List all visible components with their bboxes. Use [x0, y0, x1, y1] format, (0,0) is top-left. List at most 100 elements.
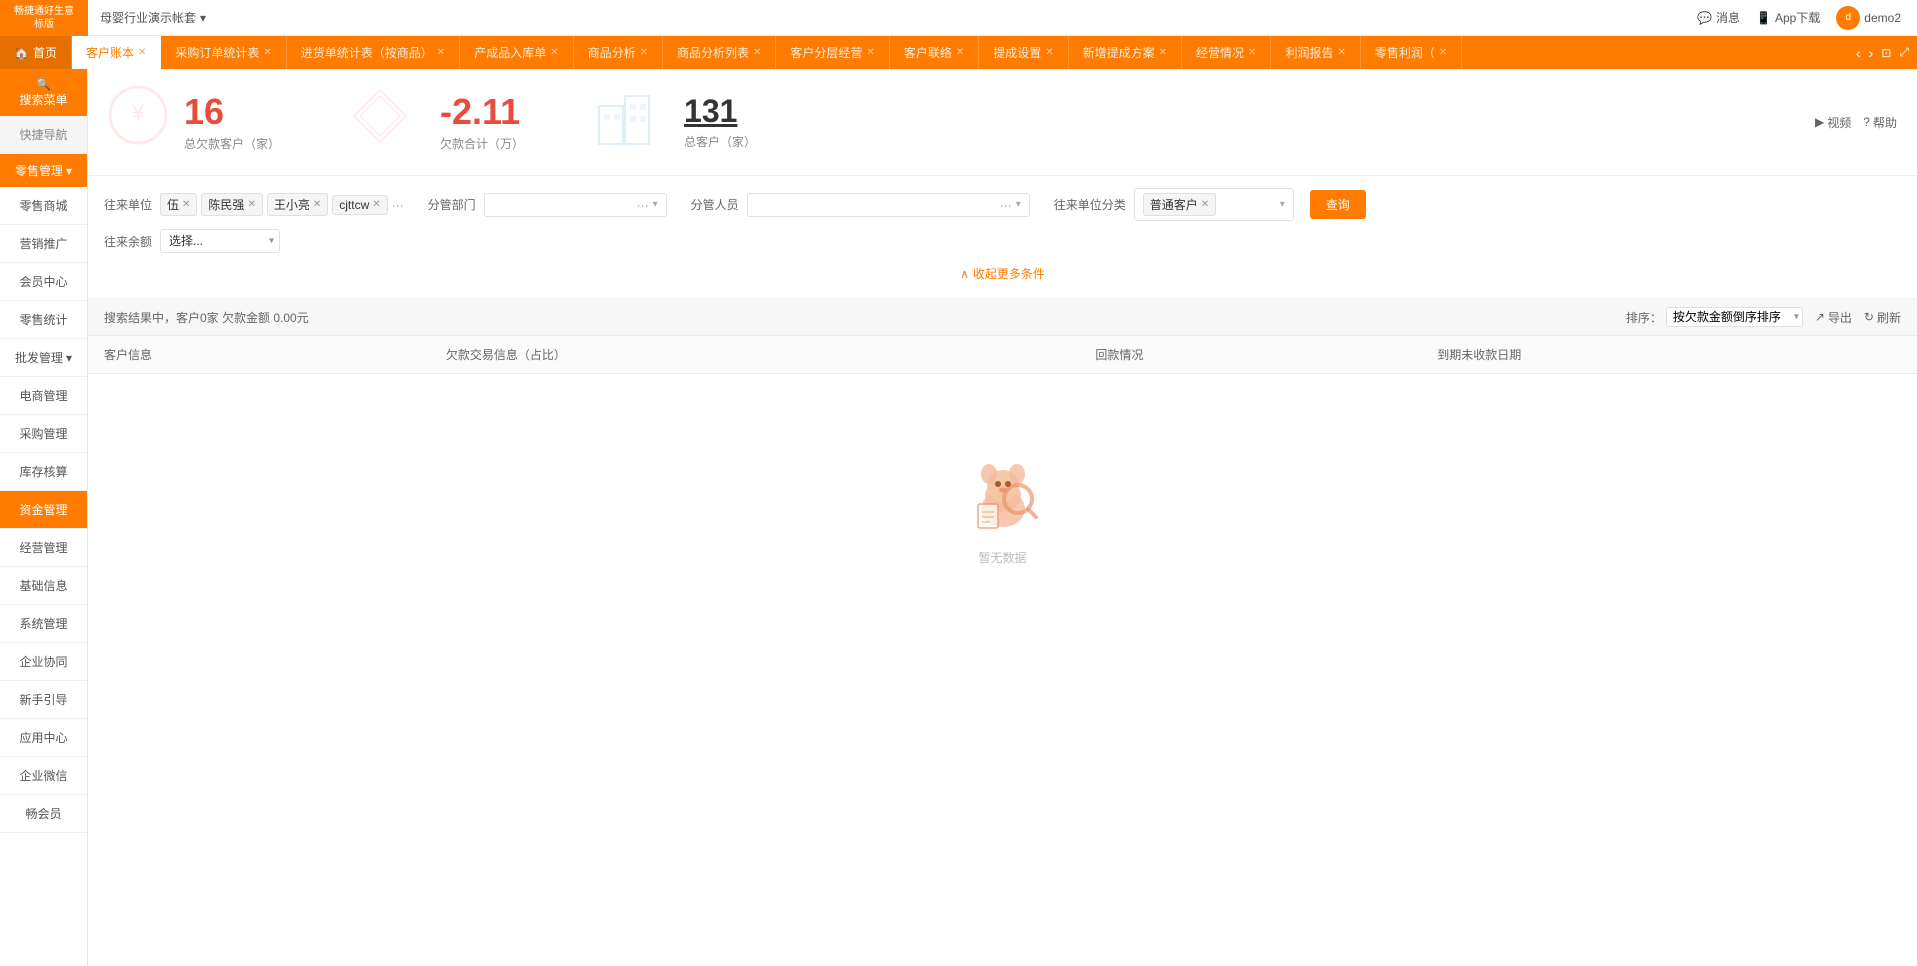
sidebar-item-app-center[interactable]: 应用中心 [0, 719, 87, 757]
sidebar-item-enterprise-collab[interactable]: 企业协同 [0, 643, 87, 681]
tab-close-icon[interactable]: ✕ [1159, 47, 1167, 58]
tab-customer-contact[interactable]: 客户联络 ✕ [890, 36, 979, 69]
chevron-down-icon: ▾ [66, 351, 72, 365]
tab-profit-report[interactable]: 利润报告 ✕ [1271, 36, 1360, 69]
tab-bar: 🏠 首页 客户账本 ✕ 采购订单统计表 ✕ 进货单统计表（按商品） ✕ 产成品入… [0, 36, 1917, 69]
balance-select[interactable]: 选择... [160, 229, 280, 253]
refresh-btn[interactable]: ↻ 刷新 [1864, 307, 1901, 327]
tab-business-overview[interactable]: 经营情况 ✕ [1182, 36, 1271, 69]
tab-product-analysis-list[interactable]: 商品分析列表 ✕ [663, 36, 776, 69]
stat3-value: 131 [684, 94, 737, 129]
tab-fullscreen-icon[interactable]: ⤢ [1895, 45, 1913, 60]
balance-select-wrap[interactable]: 选择... [160, 229, 280, 253]
tab-close-icon[interactable]: ✕ [1337, 47, 1345, 58]
tab-commission-settings[interactable]: 提成设置 ✕ [979, 36, 1068, 69]
dept-input[interactable] [493, 198, 633, 212]
filter-more-tags[interactable]: ··· [392, 198, 404, 212]
col-due-date: 到期未收款日期 [1421, 336, 1917, 374]
export-btn[interactable]: ↗ 导出 [1815, 307, 1852, 327]
sidebar-item-system[interactable]: 系统管理 [0, 605, 87, 643]
tab-close-icon[interactable]: ✕ [753, 47, 761, 58]
sidebar-item-purchasing[interactable]: 采购管理 [0, 415, 87, 453]
sidebar-item-chang-member[interactable]: 畅会员 [0, 795, 87, 833]
stat1-label: 总欠款客户（家） [184, 135, 280, 152]
tab-close-icon[interactable]: ✕ [437, 47, 445, 58]
account-selector[interactable]: 母婴行业演示帐套 ▾ [88, 9, 218, 26]
person-select-wrap[interactable]: ··· ▾ [747, 193, 1030, 217]
sort-select-wrap[interactable]: 按欠款金额倒序排序 [1666, 307, 1803, 327]
download-icon: 📱 [1756, 11, 1771, 25]
app-logo: 畅捷通好生意 标版 [0, 0, 88, 36]
collapse-filters-btn[interactable]: ∧ 收起更多条件 [104, 261, 1901, 286]
logo-text: 畅捷通好生意 标版 [14, 5, 74, 31]
sidebar-item-new-guide[interactable]: 新手引导 [0, 681, 87, 719]
query-button[interactable]: 查询 [1310, 190, 1366, 219]
tab-expand-icon[interactable]: ⊡ [1877, 46, 1895, 60]
sidebar-item-finance[interactable]: 资金管理 [0, 491, 87, 529]
unit-class-wrap[interactable]: 普通客户 ✕ ▾ [1134, 188, 1294, 221]
tab-close-icon[interactable]: ✕ [1248, 47, 1256, 58]
sort-select[interactable]: 按欠款金额倒序排序 [1666, 307, 1803, 327]
sidebar-item-retail-mgmt[interactable]: 零售管理 ▾ [0, 154, 87, 187]
messages-button[interactable]: 💬 消息 [1697, 9, 1740, 26]
user-menu[interactable]: d demo2 [1836, 6, 1901, 30]
tab-purchase-order-stats[interactable]: 采购订单统计表 ✕ [161, 36, 286, 69]
sidebar-item-quick-nav[interactable]: 快捷导航 [0, 116, 87, 154]
tab-home[interactable]: 🏠 首页 [0, 36, 72, 69]
tag-close-icon[interactable]: ✕ [372, 199, 380, 210]
person-more-icon[interactable]: ··· [996, 198, 1016, 212]
tab-close-icon[interactable]: ✕ [138, 47, 146, 58]
sidebar-item-marketing[interactable]: 营销推广 [0, 225, 87, 263]
sidebar-item-member-center[interactable]: 会员中心 [0, 263, 87, 301]
sidebar-item-retail-shop[interactable]: 零售商城 [0, 187, 87, 225]
tab-close-icon[interactable]: ✕ [550, 47, 558, 58]
unit-class-label: 往来单位分类 [1054, 196, 1126, 213]
tab-next-icon[interactable]: › [1865, 45, 1878, 61]
svg-text:¥: ¥ [131, 100, 145, 125]
sidebar-item-basic-info[interactable]: 基础信息 [0, 567, 87, 605]
sidebar-item-retail-stats[interactable]: 零售统计 [0, 301, 87, 339]
tab-close-icon[interactable]: ✕ [956, 47, 964, 58]
tab-close-icon[interactable]: ✕ [1045, 47, 1053, 58]
filter-row-1: 往来单位 伍 ✕ 陈民强 ✕ 王小亮 ✕ cjttcw [104, 188, 1901, 221]
message-icon: 💬 [1697, 11, 1712, 25]
data-table: 客户信息 欠款交易信息（占比） 回款情况 到期未收款日期 [88, 336, 1917, 646]
tab-close-icon[interactable]: ✕ [640, 47, 648, 58]
sidebar-item-ecommerce[interactable]: 电商管理 [0, 377, 87, 415]
tab-close-icon[interactable]: ✕ [263, 47, 271, 58]
tab-product-analysis[interactable]: 商品分析 ✕ [574, 36, 663, 69]
stats-bar: ¥ 16 总欠款客户（家） -2.11 欠款合计（万） 131 总客户（家） [88, 69, 1917, 176]
help-btn[interactable]: ? 帮助 [1863, 114, 1897, 131]
results-info: 搜索结果中，客户0家 欠款金额 0.00元 [104, 309, 309, 326]
sidebar-item-inventory[interactable]: 库存核算 [0, 453, 87, 491]
tab-close-icon[interactable]: ✕ [1439, 47, 1447, 58]
tab-close-icon[interactable]: ✕ [866, 47, 874, 58]
person-input[interactable] [756, 198, 996, 212]
tab-retail-profit[interactable]: 零售利润（ ✕ [1361, 36, 1462, 69]
tag-close-icon[interactable]: ✕ [247, 199, 255, 210]
sidebar-item-enterprise-wechat[interactable]: 企业微信 [0, 757, 87, 795]
video-help-btn[interactable]: ▶ 视频 [1815, 114, 1851, 131]
dept-select-wrap[interactable]: ··· ▾ [484, 193, 667, 217]
sidebar-search-btn[interactable]: 🔍 搜索菜单 [0, 69, 87, 116]
tag-close-icon[interactable]: ✕ [313, 199, 321, 210]
empty-state: 暂无数据 [88, 374, 1917, 646]
dept-filter-label: 分管部门 [428, 196, 476, 213]
sidebar-item-operations[interactable]: 经营管理 [0, 529, 87, 567]
dept-more-icon[interactable]: ··· [633, 198, 653, 212]
account-name: 母婴行业演示帐套 [100, 9, 196, 26]
app-download-button[interactable]: 📱 App下载 [1756, 9, 1820, 26]
tag-close-icon[interactable]: ✕ [182, 199, 190, 210]
chevron-down-icon: ▾ [200, 11, 206, 25]
tab-prev-icon[interactable]: ‹ [1852, 45, 1865, 61]
tab-customer-account[interactable]: 客户账本 ✕ [72, 36, 161, 69]
tag-close-icon[interactable]: ✕ [1201, 199, 1209, 210]
balance-filter-label: 往来余额 [104, 233, 152, 250]
tab-product-inbound[interactable]: 产成品入库单 ✕ [460, 36, 573, 69]
stat3-icon [594, 86, 654, 158]
tab-customer-tier[interactable]: 客户分层经营 ✕ [776, 36, 889, 69]
unit-class-chevron-icon: ▾ [1280, 199, 1285, 210]
tab-new-commission[interactable]: 新增提成方案 ✕ [1069, 36, 1182, 69]
sidebar-item-wholesale[interactable]: 批发管理 ▾ [0, 339, 87, 377]
tab-inventory-stats[interactable]: 进货单统计表（按商品） ✕ [287, 36, 460, 69]
